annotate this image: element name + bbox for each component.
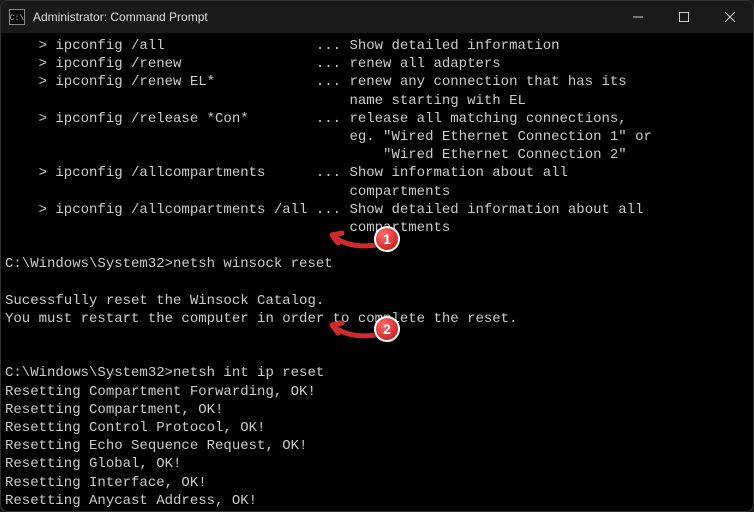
close-button[interactable] bbox=[707, 1, 753, 33]
maximize-button[interactable] bbox=[661, 1, 707, 33]
terminal-output[interactable]: > ipconfig /all ... Show detailed inform… bbox=[1, 33, 753, 511]
titlebar[interactable]: C:\ Administrator: Command Prompt bbox=[1, 1, 753, 33]
minimize-icon bbox=[633, 12, 643, 22]
command-prompt-window: C:\ Administrator: Command Prompt > ipco… bbox=[0, 0, 754, 512]
maximize-icon bbox=[679, 12, 689, 22]
window-controls bbox=[615, 1, 753, 33]
titlebar-left: C:\ Administrator: Command Prompt bbox=[1, 9, 208, 25]
close-icon bbox=[725, 12, 735, 22]
window-title: Administrator: Command Prompt bbox=[33, 10, 208, 24]
minimize-button[interactable] bbox=[615, 1, 661, 33]
cmd-icon: C:\ bbox=[9, 9, 25, 25]
